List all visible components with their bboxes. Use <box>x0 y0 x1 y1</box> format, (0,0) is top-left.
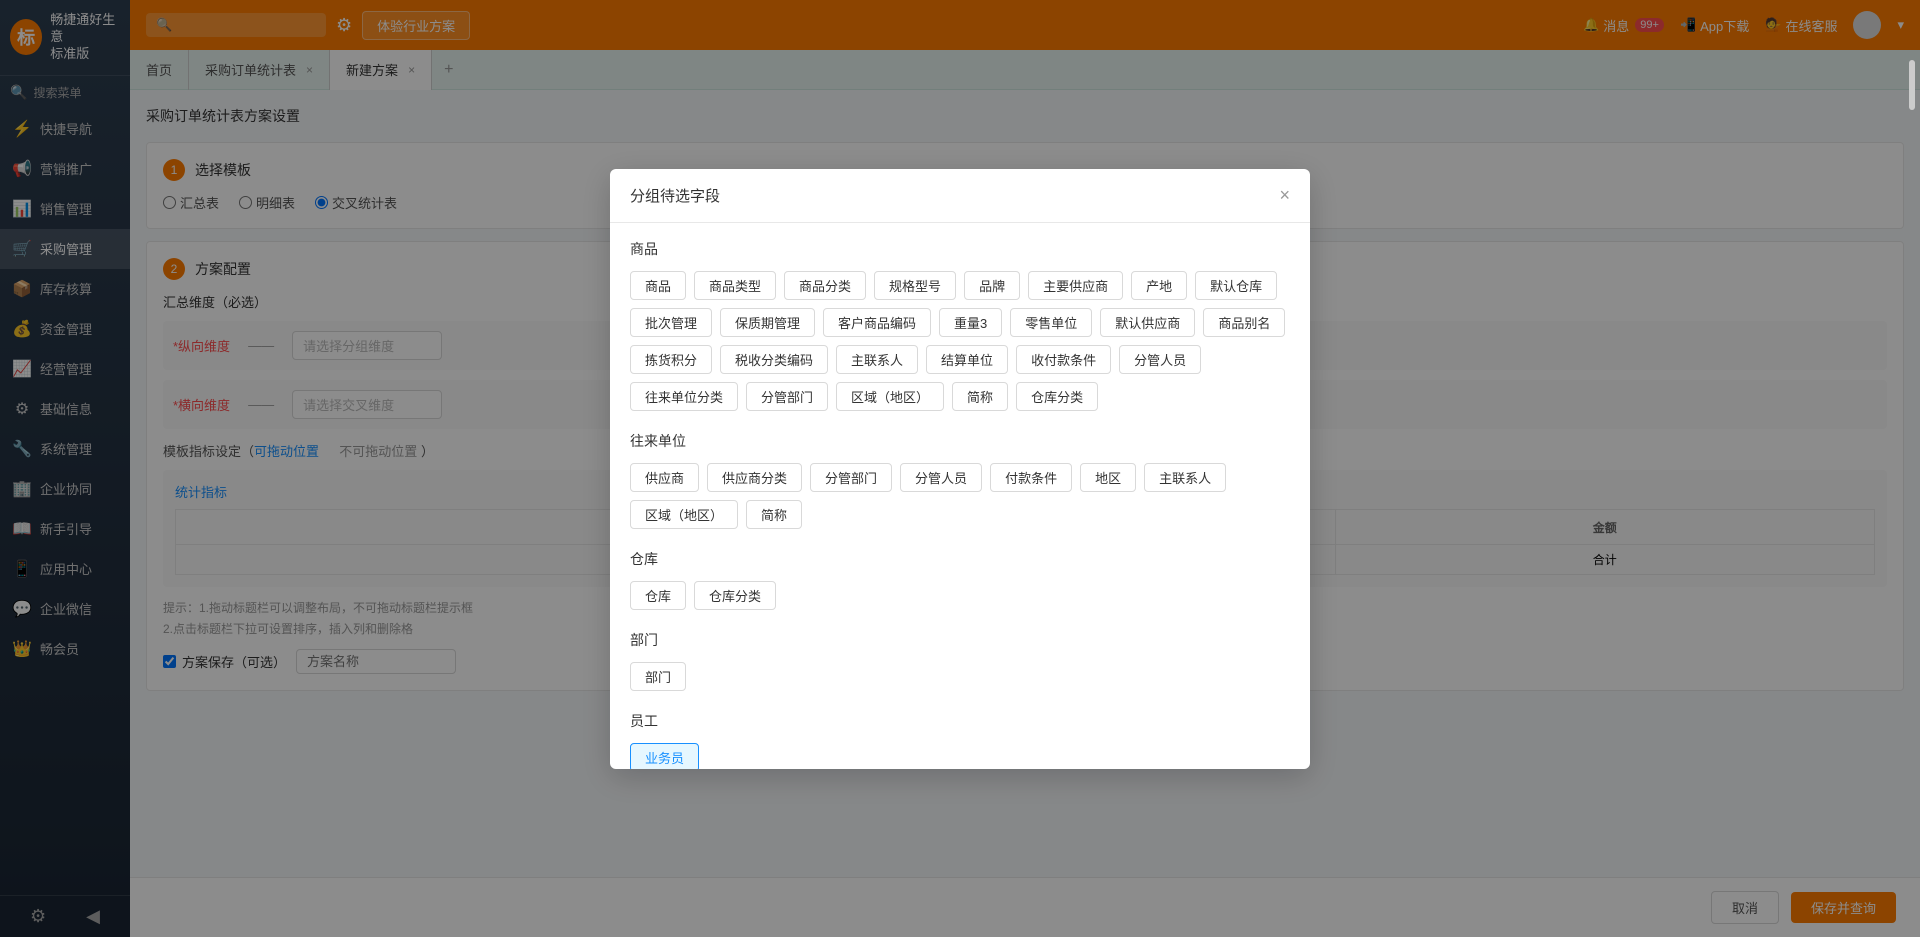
field-tag-settlement-unit[interactable]: 结算单位 <box>926 345 1008 374</box>
field-tag-goods[interactable]: 商品 <box>630 271 686 300</box>
field-tag-alias[interactable]: 商品别名 <box>1203 308 1285 337</box>
field-warehouse[interactable]: 仓库 <box>630 581 686 610</box>
modal-section-employee: 员工 业务员 <box>630 711 1290 769</box>
field-tag-warehouse-category[interactable]: 仓库分类 <box>1016 382 1098 411</box>
modal-section-dept: 部门 部门 <box>630 630 1290 691</box>
modal-title: 分组待选字段 <box>630 185 720 206</box>
field-tag-customer-code[interactable]: 客户商品编码 <box>823 308 931 337</box>
modal: 分组待选字段 × 商品 商品 商品类型 商品分类 规格型号 品牌 主要供应商 产… <box>610 169 1310 769</box>
field-partner-short[interactable]: 简称 <box>746 500 802 529</box>
field-payment-condition[interactable]: 付款条件 <box>990 463 1072 492</box>
warehouse-section-title: 仓库 <box>630 549 1290 569</box>
field-tag-brand[interactable]: 品牌 <box>964 271 1020 300</box>
field-tag-dept[interactable]: 分管部门 <box>746 382 828 411</box>
field-tag-pick-score[interactable]: 拣货积分 <box>630 345 712 374</box>
field-tag-batch-mgmt[interactable]: 批次管理 <box>630 308 712 337</box>
field-tag-goods-category[interactable]: 商品分类 <box>784 271 866 300</box>
modal-section-warehouse: 仓库 仓库 仓库分类 <box>630 549 1290 610</box>
field-warehouse-cat[interactable]: 仓库分类 <box>694 581 776 610</box>
field-supplier[interactable]: 供应商 <box>630 463 699 492</box>
employee-section-title: 员工 <box>630 711 1290 731</box>
modal-overlay: 分组待选字段 × 商品 商品 商品类型 商品分类 规格型号 品牌 主要供应商 产… <box>0 0 1920 937</box>
partner-field-grid: 供应商 供应商分类 分管部门 分管人员 付款条件 地区 主联系人 区域（地区） … <box>630 463 1290 529</box>
field-tag-main-contact[interactable]: 主联系人 <box>836 345 918 374</box>
modal-body: 商品 商品 商品类型 商品分类 规格型号 品牌 主要供应商 产地 默认仓库 批次… <box>610 223 1310 769</box>
dept-section-title: 部门 <box>630 630 1290 650</box>
field-tag-partner-category[interactable]: 往来单位分类 <box>630 382 738 411</box>
modal-close-button[interactable]: × <box>1279 185 1290 206</box>
field-partner-contact[interactable]: 主联系人 <box>1144 463 1226 492</box>
goods-section-title: 商品 <box>630 239 1290 259</box>
modal-header: 分组待选字段 × <box>610 169 1310 223</box>
modal-section-goods: 商品 商品 商品类型 商品分类 规格型号 品牌 主要供应商 产地 默认仓库 批次… <box>630 239 1290 411</box>
field-tag-spec[interactable]: 规格型号 <box>874 271 956 300</box>
field-tag-origin[interactable]: 产地 <box>1131 271 1187 300</box>
field-partner-region[interactable]: 区域（地区） <box>630 500 738 529</box>
field-tag-supervisor[interactable]: 分管人员 <box>1119 345 1201 374</box>
field-salesperson[interactable]: 业务员 <box>630 743 699 769</box>
field-tag-default-warehouse[interactable]: 默认仓库 <box>1195 271 1277 300</box>
field-tag-region[interactable]: 区域（地区） <box>836 382 944 411</box>
field-department[interactable]: 部门 <box>630 662 686 691</box>
employee-field-grid: 业务员 <box>630 743 1290 769</box>
dept-field-grid: 部门 <box>630 662 1290 691</box>
field-tag-goods-type[interactable]: 商品类型 <box>694 271 776 300</box>
modal-section-partner: 往来单位 供应商 供应商分类 分管部门 分管人员 付款条件 地区 主联系人 区域… <box>630 431 1290 529</box>
field-tag-payment-terms[interactable]: 收付款条件 <box>1016 345 1111 374</box>
field-tag-shelf-life[interactable]: 保质期管理 <box>720 308 815 337</box>
field-area[interactable]: 地区 <box>1080 463 1136 492</box>
warehouse-field-grid: 仓库 仓库分类 <box>630 581 1290 610</box>
field-tag-retail-unit[interactable]: 零售单位 <box>1010 308 1092 337</box>
field-partner-dept[interactable]: 分管部门 <box>810 463 892 492</box>
field-tag-default-supplier[interactable]: 默认供应商 <box>1100 308 1195 337</box>
partner-section-title: 往来单位 <box>630 431 1290 451</box>
field-supplier-category[interactable]: 供应商分类 <box>707 463 802 492</box>
field-partner-supervisor[interactable]: 分管人员 <box>900 463 982 492</box>
field-tag-weight[interactable]: 重量3 <box>939 308 1002 337</box>
goods-field-grid: 商品 商品类型 商品分类 规格型号 品牌 主要供应商 产地 默认仓库 批次管理 … <box>630 271 1290 411</box>
field-tag-tax-code[interactable]: 税收分类编码 <box>720 345 828 374</box>
field-tag-main-supplier[interactable]: 主要供应商 <box>1028 271 1123 300</box>
field-tag-short-name[interactable]: 简称 <box>952 382 1008 411</box>
